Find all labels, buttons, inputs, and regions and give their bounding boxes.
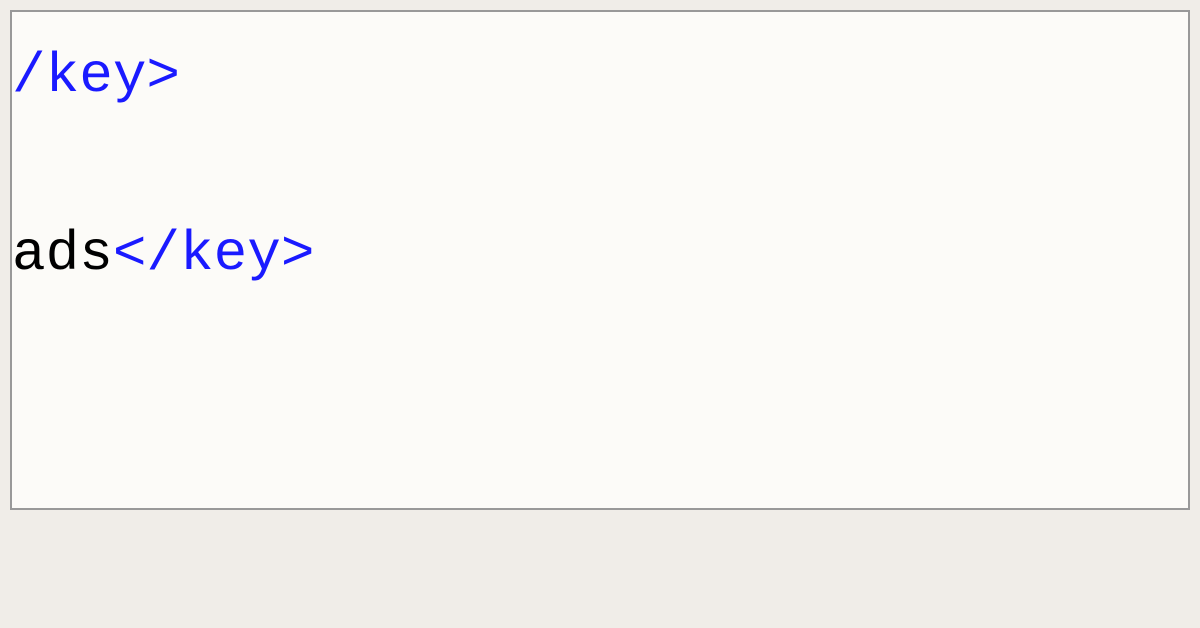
- code-line-2: ads</key>: [12, 215, 1188, 293]
- xml-tag-fragment: /key>: [12, 44, 180, 108]
- xml-text-fragment: ads: [12, 222, 113, 286]
- xml-close-tag: </key>: [113, 222, 315, 286]
- code-line-1: /key>: [12, 37, 1188, 115]
- code-snippet-box: /key> ads</key>: [10, 10, 1190, 510]
